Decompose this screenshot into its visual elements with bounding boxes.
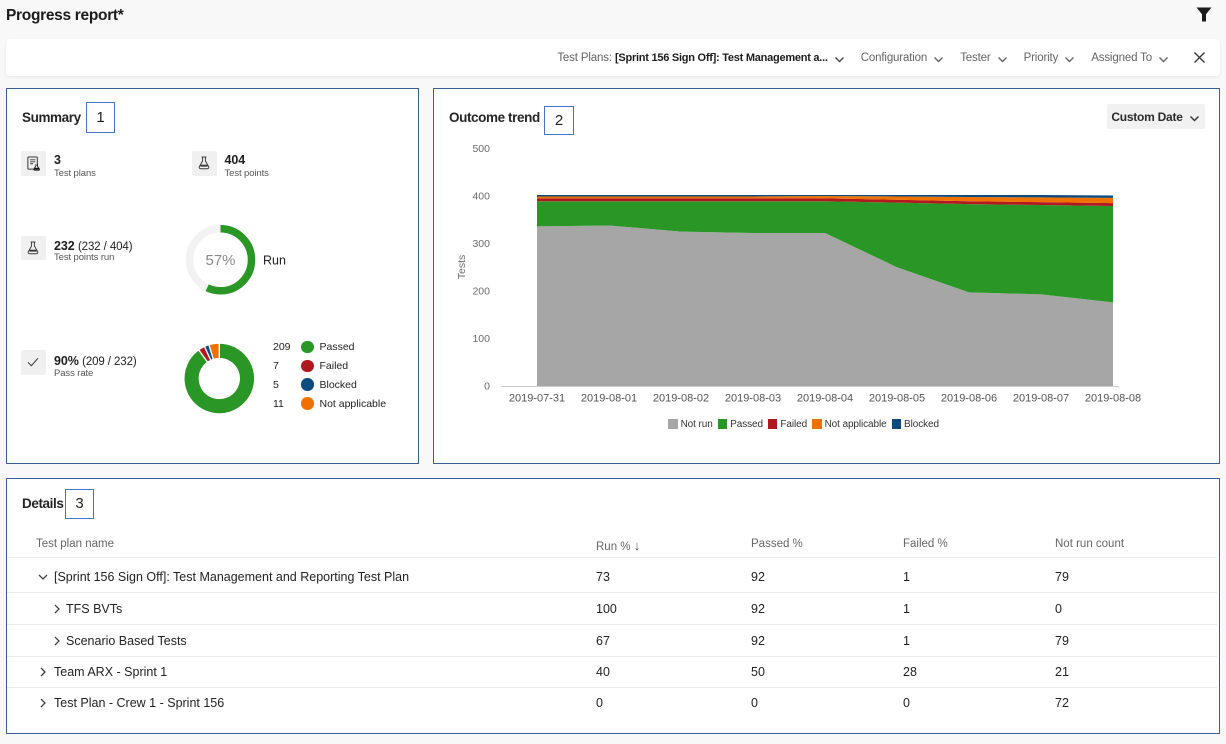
svg-text:2019-07-31: 2019-07-31 (509, 393, 565, 405)
svg-text:2019-08-06: 2019-08-06 (941, 393, 997, 405)
svg-text:2019-08-01: 2019-08-01 (581, 393, 637, 405)
svg-text:Run: Run (263, 253, 286, 267)
svg-text:200: 200 (472, 286, 490, 298)
svg-text:400: 400 (472, 191, 490, 203)
svg-text:2019-08-05: 2019-08-05 (869, 393, 925, 405)
svg-text:300: 300 (472, 238, 490, 250)
svg-text:2019-08-08: 2019-08-08 (1085, 393, 1141, 405)
svg-text:57%: 57% (205, 252, 235, 269)
svg-text:100: 100 (472, 333, 490, 345)
svg-text:Tests: Tests (456, 255, 468, 280)
svg-text:2019-08-02: 2019-08-02 (653, 393, 709, 405)
svg-text:0: 0 (484, 381, 490, 393)
svg-text:500: 500 (472, 143, 490, 155)
svg-text:2019-08-03: 2019-08-03 (725, 393, 781, 405)
svg-text:2019-08-07: 2019-08-07 (1013, 393, 1069, 405)
svg-text:2019-08-04: 2019-08-04 (797, 393, 853, 405)
